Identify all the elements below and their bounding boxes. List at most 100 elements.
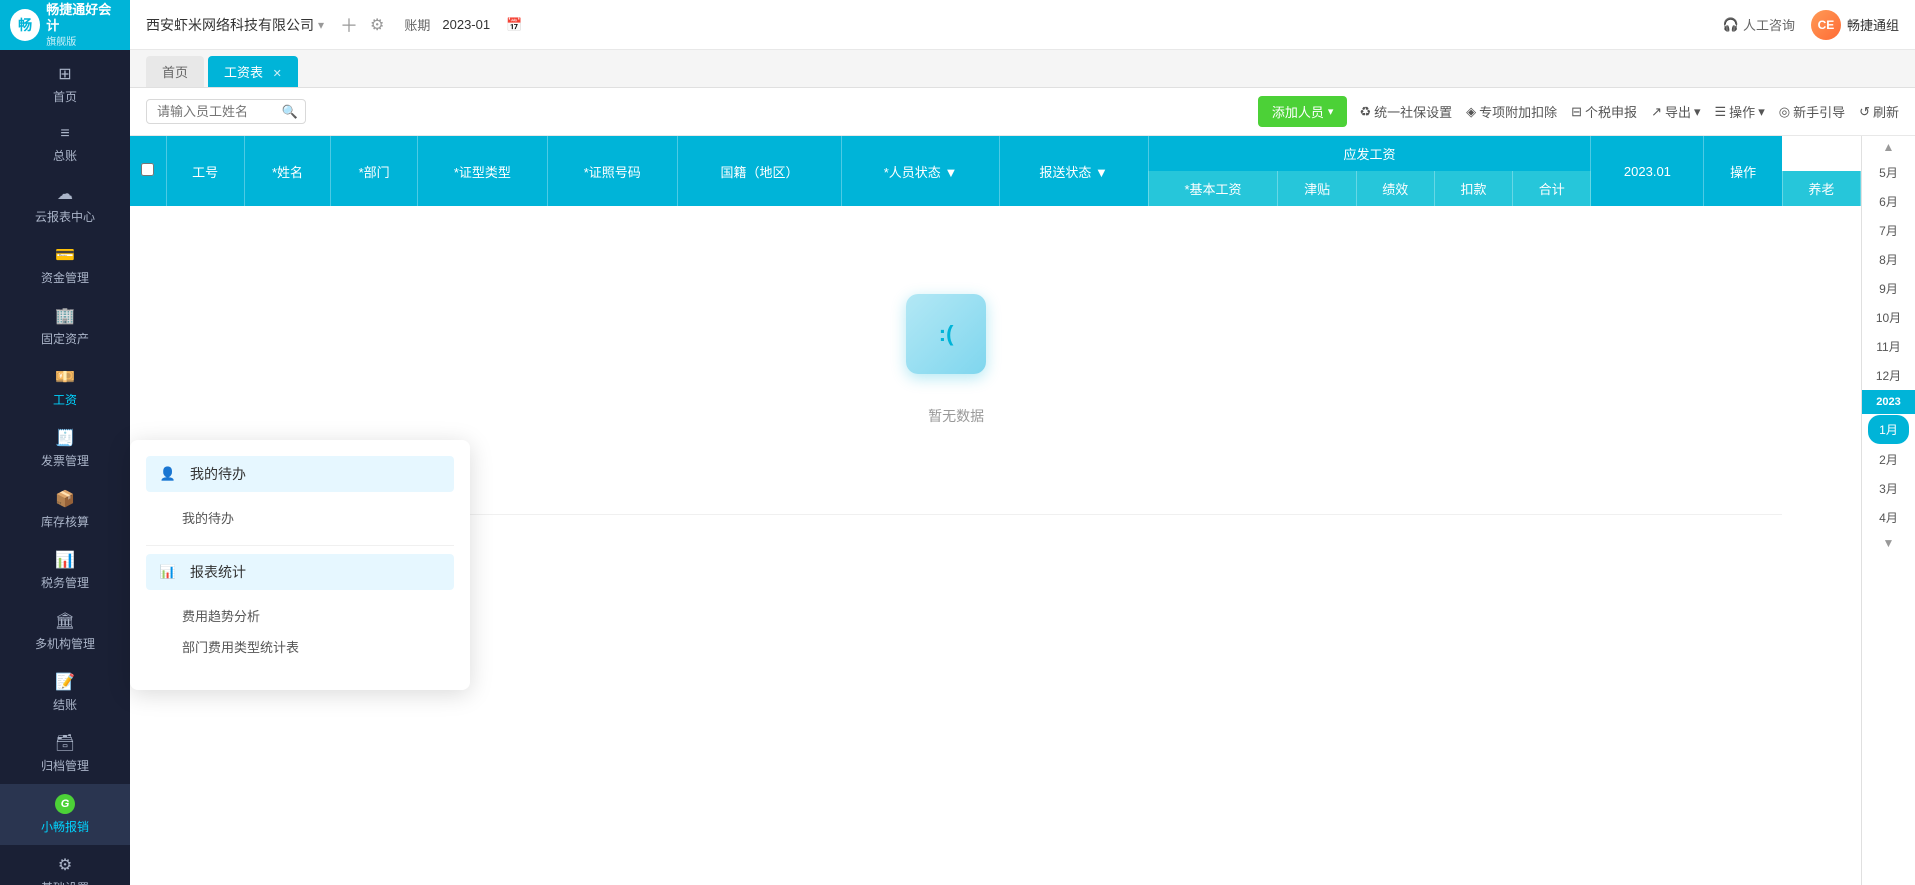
month-dec[interactable]: 12月	[1862, 361, 1915, 390]
archive-icon: 🗃	[55, 733, 75, 753]
salary-icon: 💴	[55, 367, 75, 387]
month-sep[interactable]: 9月	[1862, 274, 1915, 303]
status-filter-icon[interactable]: ▼	[944, 165, 957, 180]
month-jan-2023[interactable]: 1月	[1868, 415, 1909, 444]
multi-org-icon: 🏛	[55, 611, 75, 631]
social-security-action[interactable]: ♻ 统一社保设置	[1359, 102, 1452, 121]
sidebar-item-home[interactable]: ⊞ 首页	[0, 54, 130, 115]
settlement-icon: 📝	[55, 672, 75, 692]
col-cert-type: *证型类型	[417, 136, 547, 206]
popup-section-report-header: 📊 报表统计	[146, 554, 454, 590]
sidebar-item-inventory[interactable]: 📦 库存核算	[0, 479, 130, 540]
month-jul[interactable]: 7月	[1862, 216, 1915, 245]
popup-section-report-title: 报表统计	[190, 562, 246, 582]
export-action[interactable]: ↗ 导出 ▾	[1651, 102, 1700, 121]
company-chevron-icon: ▾	[318, 18, 324, 32]
period-value: 2023-01	[442, 17, 490, 32]
empty-icon	[906, 294, 1006, 394]
col-report-status: 报送状态 ▼	[999, 136, 1148, 206]
tab-salary-table[interactable]: 工资表 ✕	[208, 56, 298, 87]
settings-button[interactable]: ⚙	[370, 15, 384, 35]
sidebar: 畅 畅捷通好会计 旗舰版 ⊞ 首页 ≡ 总账 ☁ 云报表中心 💳 资金管理 🏢 …	[0, 0, 130, 885]
toolbar-actions: ♻ 统一社保设置 ◈ 专项附加扣除 ⊟ 个税申报 ↗ 导出 ▾ ☰ 操作 ▾	[1359, 102, 1899, 121]
user-menu[interactable]: CE 畅捷通组	[1811, 10, 1899, 40]
refresh-action[interactable]: ↺ 刷新	[1859, 102, 1899, 121]
top-bar: 西安虾米网络科技有限公司 ▾ ＋ ⚙ 账期 2023-01 📅 🎧 人工咨询 C…	[130, 0, 1915, 50]
checkbox-all[interactable]	[130, 136, 166, 206]
new-guide-action[interactable]: ◎ 新手引导	[1779, 102, 1845, 121]
calendar-icon[interactable]: 📅	[506, 17, 522, 33]
col-pension: 养老	[1782, 171, 1860, 206]
fund-icon: 💳	[55, 245, 75, 265]
empty-text: 暂无数据	[928, 406, 984, 426]
sidebar-item-fund[interactable]: 💳 资金管理	[0, 235, 130, 296]
month-nav-down[interactable]: ▼	[1862, 532, 1915, 554]
sidebar-nav: ⊞ 首页 ≡ 总账 ☁ 云报表中心 💳 资金管理 🏢 固定资产 💴 工资 🧾 发…	[0, 50, 130, 885]
tax-report-icon: ⊟	[1571, 104, 1582, 120]
tab-close-button[interactable]: ✕	[273, 68, 282, 80]
month-may[interactable]: 5月	[1862, 158, 1915, 187]
tax-report-action[interactable]: ⊟ 个税申报	[1571, 102, 1637, 121]
help-button[interactable]: 🎧 人工咨询	[1723, 15, 1795, 34]
top-bar-right: 🎧 人工咨询 CE 畅捷通组	[1723, 10, 1899, 40]
sidebar-item-salary[interactable]: 💴 工资	[0, 357, 130, 418]
add-company-button[interactable]: ＋	[340, 12, 358, 38]
sidebar-item-basic-settings[interactable]: ⚙ 基础设置	[0, 845, 130, 885]
popup-item-expense-trend[interactable]: 费用趋势分析	[146, 600, 454, 631]
inventory-icon: 📦	[55, 489, 75, 509]
period-label: 账期	[404, 15, 430, 34]
xiaochang-icon: G	[55, 794, 75, 814]
avatar: CE	[1811, 10, 1841, 40]
ledger-icon: ≡	[60, 125, 69, 143]
col-allowance: 津贴	[1278, 171, 1356, 206]
search-icon[interactable]: 🔍	[282, 104, 298, 120]
col-operation: 操作	[1704, 136, 1782, 206]
settings-icon: ⚙	[58, 855, 72, 875]
sidebar-item-ledger[interactable]: ≡ 总账	[0, 115, 130, 174]
col-cert-no: *证照号码	[547, 136, 677, 206]
sidebar-item-multi-org[interactable]: 🏛 多机构管理	[0, 601, 130, 662]
new-guide-icon: ◎	[1779, 104, 1790, 120]
col-date: 2023.01	[1591, 136, 1704, 206]
month-jun[interactable]: 6月	[1862, 187, 1915, 216]
operation-dropdown-icon: ▾	[1758, 104, 1765, 120]
col-payroll-group: 应发工资	[1148, 136, 1591, 171]
popup-item-my-todo[interactable]: 我的待办	[146, 502, 454, 533]
col-employee-id: 工号	[166, 136, 244, 206]
sidebar-item-archive[interactable]: 🗃 归档管理	[0, 723, 130, 784]
month-apr-2023[interactable]: 4月	[1862, 503, 1915, 532]
company-name[interactable]: 西安虾米网络科技有限公司 ▾	[146, 15, 324, 35]
fixed-assets-icon: 🏢	[55, 306, 75, 326]
select-all-checkbox[interactable]	[141, 163, 154, 176]
month-selector: ▲ 5月 6月 7月 8月 9月 10月 11月 12月 2023 1月 2月 …	[1861, 136, 1915, 885]
sidebar-item-tax[interactable]: 📊 税务管理	[0, 540, 130, 601]
logo-text: 畅捷通好会计 旗舰版	[46, 2, 120, 48]
month-mar-2023[interactable]: 3月	[1862, 474, 1915, 503]
operation-action[interactable]: ☰ 操作 ▾	[1715, 102, 1765, 121]
user-name: 畅捷通组	[1847, 15, 1899, 34]
sidebar-item-invoice[interactable]: 🧾 发票管理	[0, 418, 130, 479]
refresh-icon: ↺	[1859, 104, 1870, 120]
month-oct[interactable]: 10月	[1862, 303, 1915, 332]
tab-home[interactable]: 首页	[146, 56, 204, 87]
report-filter-icon[interactable]: ▼	[1095, 165, 1108, 180]
col-nationality: 国籍（地区）	[677, 136, 842, 206]
empty-cube-icon	[906, 294, 986, 374]
special-deduction-icon: ◈	[1466, 104, 1476, 120]
sidebar-item-fixed-assets[interactable]: 🏢 固定资产	[0, 296, 130, 357]
sidebar-item-settlement[interactable]: 📝 结账	[0, 662, 130, 723]
month-nov[interactable]: 11月	[1862, 332, 1915, 361]
col-status: *人员状态 ▼	[842, 136, 999, 206]
col-base-salary: *基本工资	[1148, 171, 1278, 206]
special-deduction-action[interactable]: ◈ 专项附加扣除	[1466, 102, 1557, 121]
month-nav-up[interactable]: ▲	[1862, 136, 1915, 158]
month-aug[interactable]: 8月	[1862, 245, 1915, 274]
popup-item-dept-expense[interactable]: 部门费用类型统计表	[146, 631, 454, 662]
invoice-icon: 🧾	[55, 428, 75, 448]
sidebar-item-cloud-report[interactable]: ☁ 云报表中心	[0, 174, 130, 235]
toolbar: 🔍 添加人员 ▾ ♻ 统一社保设置 ◈ 专项附加扣除 ⊟ 个税申报 ↗ 导出 ▾	[130, 88, 1915, 136]
sidebar-item-xiaochang[interactable]: G 小畅报销	[0, 784, 130, 845]
col-deduction: 扣款	[1434, 171, 1512, 206]
add-person-button[interactable]: 添加人员 ▾	[1258, 96, 1348, 127]
month-feb-2023[interactable]: 2月	[1862, 445, 1915, 474]
